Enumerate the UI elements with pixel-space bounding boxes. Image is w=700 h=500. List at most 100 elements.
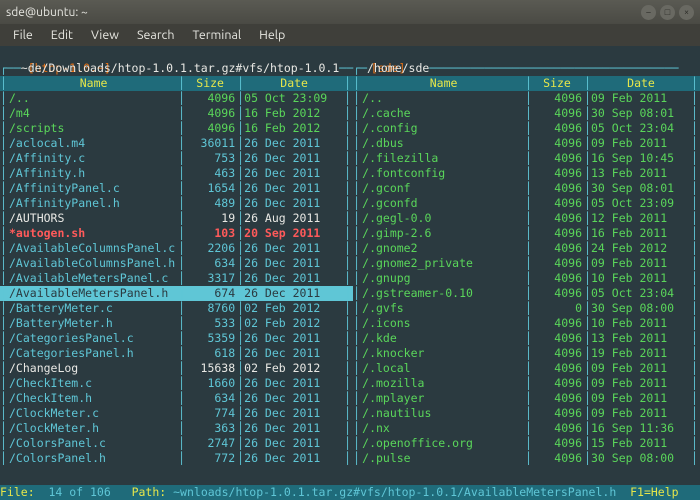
close-icon[interactable]: ×: [679, 5, 694, 20]
file-row[interactable]: │/.gconf│4096│30 Sep 08:01│: [353, 181, 700, 196]
file-date: 05 Oct 23:09: [591, 196, 691, 211]
file-row[interactable]: │/Affinity.h│463│26 Dec 2011│: [0, 166, 353, 181]
file-row[interactable]: │/.cache│4096│30 Sep 08:01│: [353, 106, 700, 121]
file-row[interactable]: │/.gimp-2.6│4096│16 Feb 2011│: [353, 226, 700, 241]
file-name: /.gnome2: [362, 241, 525, 256]
file-row[interactable]: │/BatteryMeter.h│533│02 Feb 2012│: [0, 316, 353, 331]
file-row[interactable]: │/.filezilla│4096│16 Sep 10:45│: [353, 151, 700, 166]
file-date: 02 Feb 2012: [244, 316, 344, 331]
right-listing[interactable]: │/..│4096│09 Feb 2011││/.cache│4096│30 S…: [353, 91, 700, 466]
file-row[interactable]: │/.mplayer│4096│09 Feb 2011│: [353, 391, 700, 406]
file-row[interactable]: │*autogen.sh│103│20 Sep 2011│: [0, 226, 353, 241]
file-date: 26 Aug 2011: [244, 211, 344, 226]
file-row[interactable]: │/..│4096│09 Feb 2011│: [353, 91, 700, 106]
file-row[interactable]: │/ChangeLog│15638│02 Feb 2012│: [0, 361, 353, 376]
file-row[interactable]: │/AvailableMetersPanel.h│674│26 Dec 2011…: [0, 286, 353, 301]
file-row[interactable]: │/ClockMeter.h│363│26 Dec 2011│: [0, 421, 353, 436]
file-row[interactable]: │/.nx│4096│16 Sep 11:36│: [353, 421, 700, 436]
file-date: 26 Dec 2011: [244, 271, 344, 286]
file-row[interactable]: │/.fontconfig│4096│13 Feb 2011│: [353, 166, 700, 181]
file-date: 05 Oct 23:09: [244, 91, 344, 106]
menu-edit[interactable]: Edit: [42, 25, 82, 46]
file-row[interactable]: │/CheckItem.h│634│26 Dec 2011│: [0, 391, 353, 406]
file-row[interactable]: │/.gnome2_private│4096│09 Feb 2011│: [353, 256, 700, 271]
terminal[interactable]: [htop-1.0.~][sde] ┌──~de/Downloads/htop-…: [0, 46, 700, 500]
file-row[interactable]: │/BatteryMeter.c│8760│02 Feb 2012│: [0, 301, 353, 316]
file-date: 09 Feb 2011: [591, 391, 691, 406]
file-size: 0: [532, 301, 584, 316]
file-row[interactable]: │/CategoriesPanel.h│618│26 Dec 2011│: [0, 346, 353, 361]
file-name: /BatteryMeter.h: [9, 316, 178, 331]
file-row[interactable]: │/AvailableColumnsPanel.c│2206│26 Dec 20…: [0, 241, 353, 256]
maximize-icon[interactable]: □: [660, 5, 675, 20]
file-row[interactable]: │/.mozilla│4096│09 Feb 2011│: [353, 376, 700, 391]
file-name: /..: [9, 91, 178, 106]
file-row[interactable]: │/Affinity.c│753│26 Dec 2011│: [0, 151, 353, 166]
file-row[interactable]: │/.gstreamer-0.10│4096│05 Oct 23:04│: [353, 286, 700, 301]
file-date: 20 Sep 2011: [244, 226, 344, 241]
menu-terminal[interactable]: Terminal: [184, 25, 251, 46]
menu-view[interactable]: View: [82, 25, 128, 46]
file-row[interactable]: │/.gconfd│4096│05 Oct 23:09│: [353, 196, 700, 211]
file-row[interactable]: │/.gvfs│0│30 Sep 08:00│: [353, 301, 700, 316]
file-name: /scripts: [9, 121, 178, 136]
file-size: 772: [185, 451, 237, 466]
file-row[interactable]: │/.icons│4096│10 Feb 2011│: [353, 316, 700, 331]
file-size: 4096: [532, 286, 584, 301]
file-row[interactable]: │/.pulse│4096│30 Sep 08:00│: [353, 451, 700, 466]
file-row[interactable]: │/ColorsPanel.h│772│26 Dec 2011│: [0, 451, 353, 466]
file-row[interactable]: │/.openoffice.org│4096│15 Feb 2011│: [353, 436, 700, 451]
file-name: /.config: [362, 121, 525, 136]
file-size: 4096: [532, 436, 584, 451]
file-size: 618: [185, 346, 237, 361]
window-titlebar: sde@ubuntu: ~ – □ ×: [0, 0, 700, 24]
file-size: 4096: [532, 271, 584, 286]
left-pane[interactable]: ┌──~de/Downloads/htop-1.0.1.tar.gz#vfs/h…: [0, 61, 353, 485]
file-row[interactable]: │/.gegl-0.0│4096│12 Feb 2011│: [353, 211, 700, 226]
file-row[interactable]: │/.dbus│4096│09 Feb 2011│: [353, 136, 700, 151]
file-name: /m4: [9, 106, 178, 121]
file-row[interactable]: │/AffinityPanel.c│1654│26 Dec 2011│: [0, 181, 353, 196]
menu-help[interactable]: Help: [250, 25, 294, 46]
file-row[interactable]: │/ClockMeter.c│774│26 Dec 2011│: [0, 406, 353, 421]
left-listing[interactable]: │/..│4096│05 Oct 23:09││/m4│4096│16 Feb …: [0, 91, 353, 466]
file-row[interactable]: │/.knocker│4096│19 Feb 2011│: [353, 346, 700, 361]
right-path: /home/sde: [367, 61, 429, 75]
file-date: 16 Sep 11:36: [591, 421, 691, 436]
file-name: /Affinity.h: [9, 166, 178, 181]
file-row[interactable]: │/scripts│4096│16 Feb 2012│: [0, 121, 353, 136]
file-size: 489: [185, 196, 237, 211]
file-row[interactable]: │/aclocal.m4│36011│26 Dec 2011│: [0, 136, 353, 151]
file-row[interactable]: │/.local│4096│09 Feb 2011│: [353, 361, 700, 376]
file-row[interactable]: │/ColorsPanel.c│2747│26 Dec 2011│: [0, 436, 353, 451]
file-name: /CategoriesPanel.h: [9, 346, 178, 361]
file-name: /.gegl-0.0: [362, 211, 525, 226]
file-size: 5359: [185, 331, 237, 346]
file-row[interactable]: │/..│4096│05 Oct 23:09│: [0, 91, 353, 106]
file-row[interactable]: │/.config│4096│05 Oct 23:04│: [353, 121, 700, 136]
right-pane[interactable]: ┌─/home/sde─────────────────────────────…: [353, 61, 700, 485]
file-row[interactable]: │/CheckItem.c│1660│26 Dec 2011│: [0, 376, 353, 391]
file-row[interactable]: │/.kde│4096│13 Feb 2011│: [353, 331, 700, 346]
menu-file[interactable]: File: [4, 25, 42, 46]
file-row[interactable]: │/AvailableColumnsPanel.h│634│26 Dec 201…: [0, 256, 353, 271]
file-size: 4096: [532, 241, 584, 256]
file-row[interactable]: │/CategoriesPanel.c│5359│26 Dec 2011│: [0, 331, 353, 346]
file-row[interactable]: │/AUTHORS│19│26 Aug 2011│: [0, 211, 353, 226]
file-row[interactable]: │/.gnome2│4096│24 Feb 2012│: [353, 241, 700, 256]
file-size: 4096: [532, 121, 584, 136]
file-name: /CheckItem.c: [9, 376, 178, 391]
file-row[interactable]: │/.nautilus│4096│09 Feb 2011│: [353, 406, 700, 421]
file-name: /.pulse: [362, 451, 525, 466]
file-row[interactable]: │/AffinityPanel.h│489│26 Dec 2011│: [0, 196, 353, 211]
right-header: │ Name │ Size │ Date │: [353, 76, 700, 91]
file-date: 26 Dec 2011: [244, 331, 344, 346]
file-name: /ClockMeter.c: [9, 406, 178, 421]
file-row[interactable]: │/AvailableMetersPanel.c│3317│26 Dec 201…: [0, 271, 353, 286]
menu-search[interactable]: Search: [128, 25, 184, 46]
file-date: 26 Dec 2011: [244, 181, 344, 196]
file-row[interactable]: │/m4│4096│16 Feb 2012│: [0, 106, 353, 121]
file-name: /.gimp-2.6: [362, 226, 525, 241]
minimize-icon[interactable]: –: [641, 5, 656, 20]
file-row[interactable]: │/.gnupg│4096│10 Feb 2011│: [353, 271, 700, 286]
